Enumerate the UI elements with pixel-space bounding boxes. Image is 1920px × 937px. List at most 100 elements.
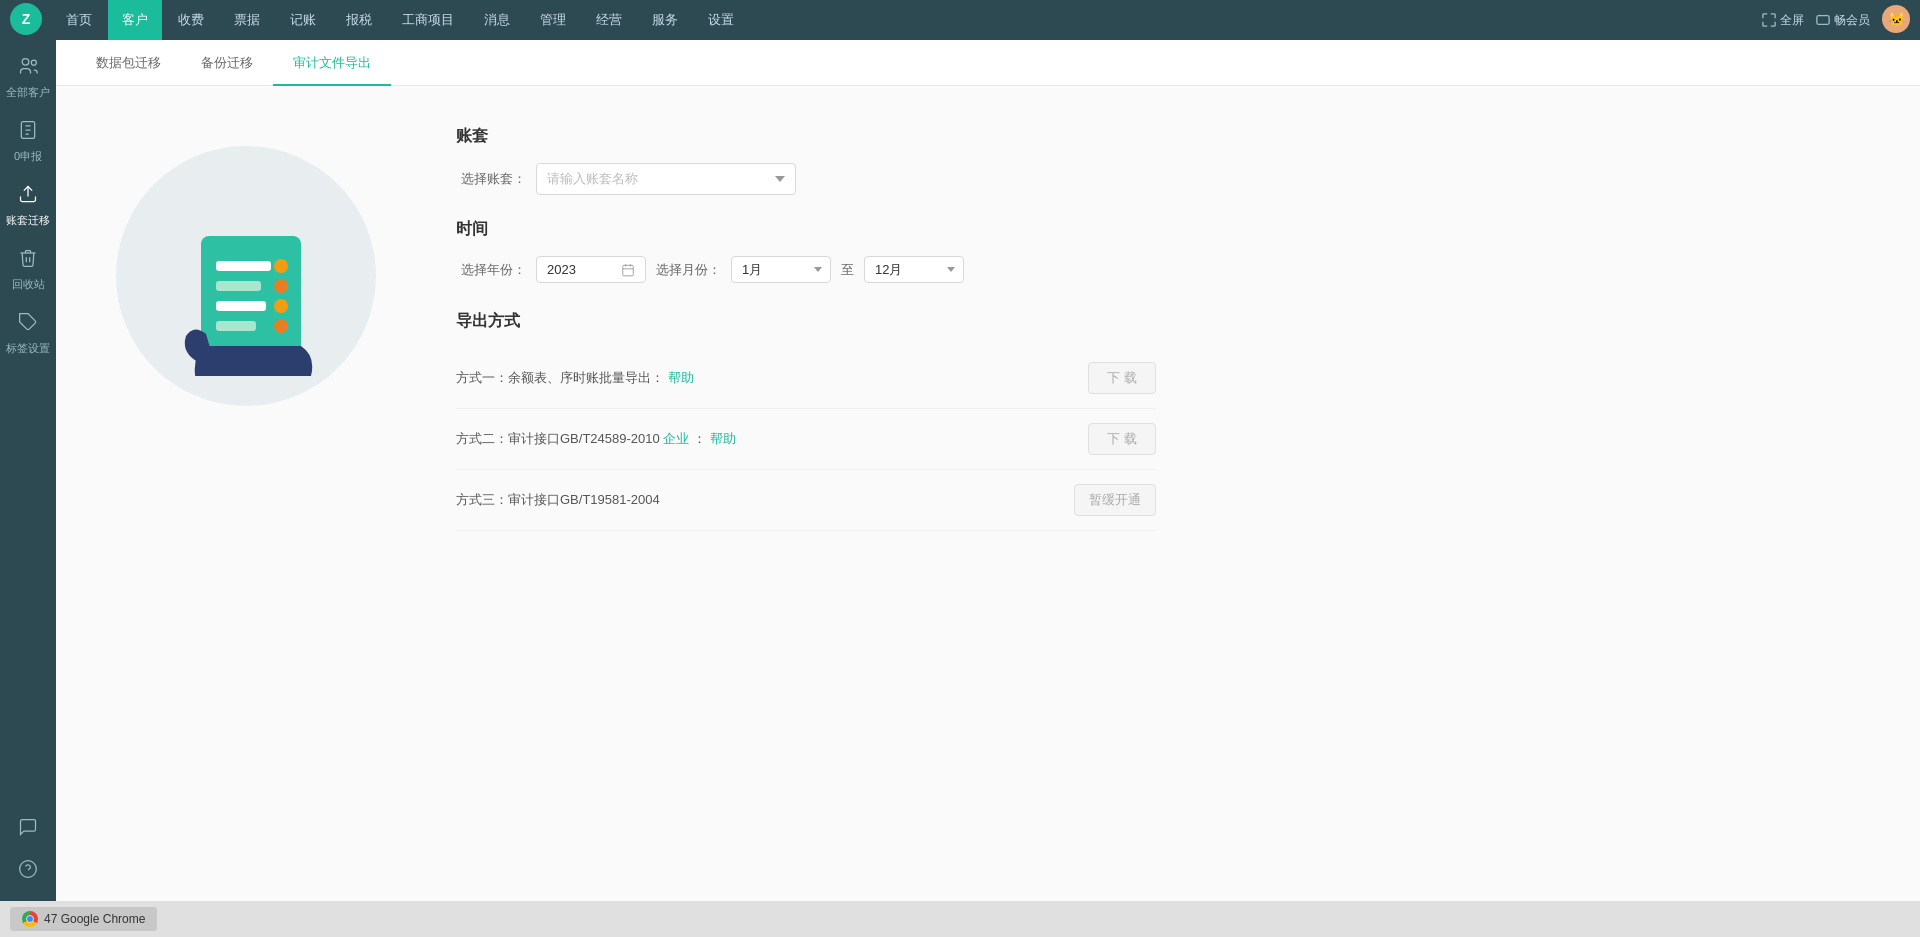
fullscreen-btn[interactable]: 全屏 [1762, 12, 1804, 29]
svg-rect-21 [623, 265, 634, 276]
zero-filing-icon [18, 120, 38, 145]
sidebar-item-all-customers[interactable]: 全部客户 [2, 48, 54, 108]
export-section: 导出方式 方式一：余额表、序时账批量导出： 帮助 下 载 方式二：审计接口GB/… [456, 311, 1156, 531]
sidebar-label-tag-settings: 标签设置 [6, 341, 50, 356]
nav-item-customer[interactable]: 客户 [108, 0, 162, 40]
export-method-2-label: 方式二：审计接口GB/T24589-2010 企业 ： 帮助 [456, 430, 736, 448]
year-label: 选择年份： [456, 261, 526, 279]
svg-rect-15 [216, 301, 266, 311]
sidebar-item-zero-filing[interactable]: 0申报 [2, 112, 54, 172]
year-value: 2023 [547, 262, 615, 277]
account-label: 选择账套： [456, 170, 526, 188]
export-method-1-label: 方式一：余额表、序时账批量导出： 帮助 [456, 369, 694, 387]
account-migration-icon [18, 184, 38, 209]
sidebar: 全部客户 0申报 账套迁移 回收站 标签设置 [0, 40, 56, 901]
sidebar-label-zero-filing: 0申报 [14, 149, 42, 164]
year-input[interactable]: 2023 [536, 256, 646, 283]
nav-item-home[interactable]: 首页 [52, 0, 106, 40]
nav-item-fee[interactable]: 收费 [164, 0, 218, 40]
avatar[interactable]: 🐱 [1882, 5, 1910, 36]
recycle-icon [18, 248, 38, 273]
nav-item-bookkeeping[interactable]: 记账 [276, 0, 330, 40]
sidebar-label-all-customers: 全部客户 [6, 85, 50, 100]
svg-point-6 [31, 60, 36, 65]
nav-item-operation[interactable]: 经营 [582, 0, 636, 40]
content-area: 数据包迁移 备份迁移 审计文件导出 [56, 40, 1920, 901]
illustration-area [116, 126, 376, 861]
account-row: 选择账套： 请输入账套名称 [456, 163, 1156, 195]
dropdown-icon [775, 174, 785, 184]
taskbar: 47 Google Chrome [0, 901, 1920, 937]
illustration-circle [116, 146, 376, 406]
svg-point-20 [274, 319, 288, 333]
nav-item-service[interactable]: 服务 [638, 0, 692, 40]
svg-point-18 [274, 279, 288, 293]
account-placeholder: 请输入账套名称 [547, 170, 638, 188]
chrome-icon [22, 911, 38, 927]
svg-point-5 [22, 59, 29, 66]
method-2-help-link[interactable]: 帮助 [710, 431, 736, 446]
time-row: 选择年份： 2023 选择月份： 1月2月3月4月 5月6月7月8月 9月10月… [456, 256, 1156, 283]
export-title: 导出方式 [456, 311, 1156, 332]
page-content: 账套 选择账套： 请输入账套名称 时间 选择年份： [56, 86, 1920, 901]
svg-point-19 [274, 299, 288, 313]
top-nav: Z 首页 客户 收费 票据 记账 报税 工商项目 消息 管理 经营 服务 设置 … [0, 0, 1920, 40]
nav-item-manage[interactable]: 管理 [526, 0, 580, 40]
svg-rect-14 [216, 281, 261, 291]
time-title: 时间 [456, 219, 1156, 240]
tab-backup-migration[interactable]: 备份迁移 [181, 40, 273, 86]
svg-rect-13 [216, 261, 271, 271]
nav-item-message[interactable]: 消息 [470, 0, 524, 40]
logo: Z [10, 3, 42, 38]
nav-items: 首页 客户 收费 票据 记账 报税 工商项目 消息 管理 经营 服务 设置 [52, 0, 1762, 40]
sidebar-bottom [2, 809, 54, 901]
svg-point-17 [274, 259, 288, 273]
sidebar-item-recycle[interactable]: 回收站 [2, 240, 54, 300]
svg-rect-2 [1817, 16, 1829, 25]
export-method-3-label: 方式三：审计接口GB/T19581-2004 [456, 491, 660, 509]
chat-icon [18, 817, 38, 839]
sidebar-item-chat[interactable] [2, 809, 54, 847]
account-title: 账套 [456, 126, 1156, 147]
method-1-help-link[interactable]: 帮助 [668, 370, 694, 385]
method-2-download-btn[interactable]: 下 载 [1088, 423, 1156, 455]
method-3-open-btn[interactable]: 暂缓开通 [1074, 484, 1156, 516]
nav-item-business[interactable]: 工商项目 [388, 0, 468, 40]
export-method-2: 方式二：审计接口GB/T24589-2010 企业 ： 帮助 下 载 [456, 409, 1156, 470]
form-area: 账套 选择账套： 请输入账套名称 时间 选择年份： [456, 126, 1156, 861]
svg-text:Z: Z [22, 11, 31, 27]
tab-data-migration[interactable]: 数据包迁移 [76, 40, 181, 86]
export-method-3: 方式三：审计接口GB/T19581-2004 暂缓开通 [456, 470, 1156, 531]
svg-text:🐱: 🐱 [1888, 11, 1906, 28]
to-text: 至 [841, 261, 854, 279]
sidebar-label-account-migration: 账套迁移 [6, 213, 50, 228]
month-start-select[interactable]: 1月2月3月4月 5月6月7月8月 9月10月11月12月 [731, 256, 831, 283]
nav-item-settings[interactable]: 设置 [694, 0, 748, 40]
all-customers-icon [18, 56, 38, 81]
sidebar-item-help[interactable] [2, 851, 54, 889]
nav-item-invoice[interactable]: 票据 [220, 0, 274, 40]
calendar-icon [621, 263, 635, 277]
sidebar-item-account-migration[interactable]: 账套迁移 [2, 176, 54, 236]
account-section: 账套 选择账套： 请输入账套名称 [456, 126, 1156, 195]
nav-right: 全屏 畅会员 🐱 [1762, 5, 1910, 36]
help-icon [18, 859, 38, 881]
export-method-1: 方式一：余额表、序时账批量导出： 帮助 下 载 [456, 348, 1156, 409]
tab-audit-export[interactable]: 审计文件导出 [273, 40, 391, 86]
tag-settings-icon [18, 312, 38, 337]
taskbar-chrome-item[interactable]: 47 Google Chrome [10, 907, 157, 931]
svg-rect-16 [216, 321, 256, 331]
svg-point-10 [20, 861, 37, 878]
member-btn[interactable]: 畅会员 [1816, 12, 1870, 29]
time-section: 时间 选择年份： 2023 选择月份： 1月2月3月4月 5月6月7月8月 9月… [456, 219, 1156, 283]
main-layout: 全部客户 0申报 账套迁移 回收站 标签设置 [0, 40, 1920, 901]
nav-item-tax[interactable]: 报税 [332, 0, 386, 40]
method-1-download-btn[interactable]: 下 载 [1088, 362, 1156, 394]
month-end-select[interactable]: 1月2月3月4月 5月6月7月8月 9月10月11月12月 [864, 256, 964, 283]
tab-bar: 数据包迁移 备份迁移 审计文件导出 [56, 40, 1920, 86]
sidebar-label-recycle: 回收站 [12, 277, 45, 292]
sidebar-item-tag-settings[interactable]: 标签设置 [2, 304, 54, 364]
account-select-input[interactable]: 请输入账套名称 [536, 163, 796, 195]
month-label: 选择月份： [656, 261, 721, 279]
method-2-company: 企业 [663, 431, 689, 446]
